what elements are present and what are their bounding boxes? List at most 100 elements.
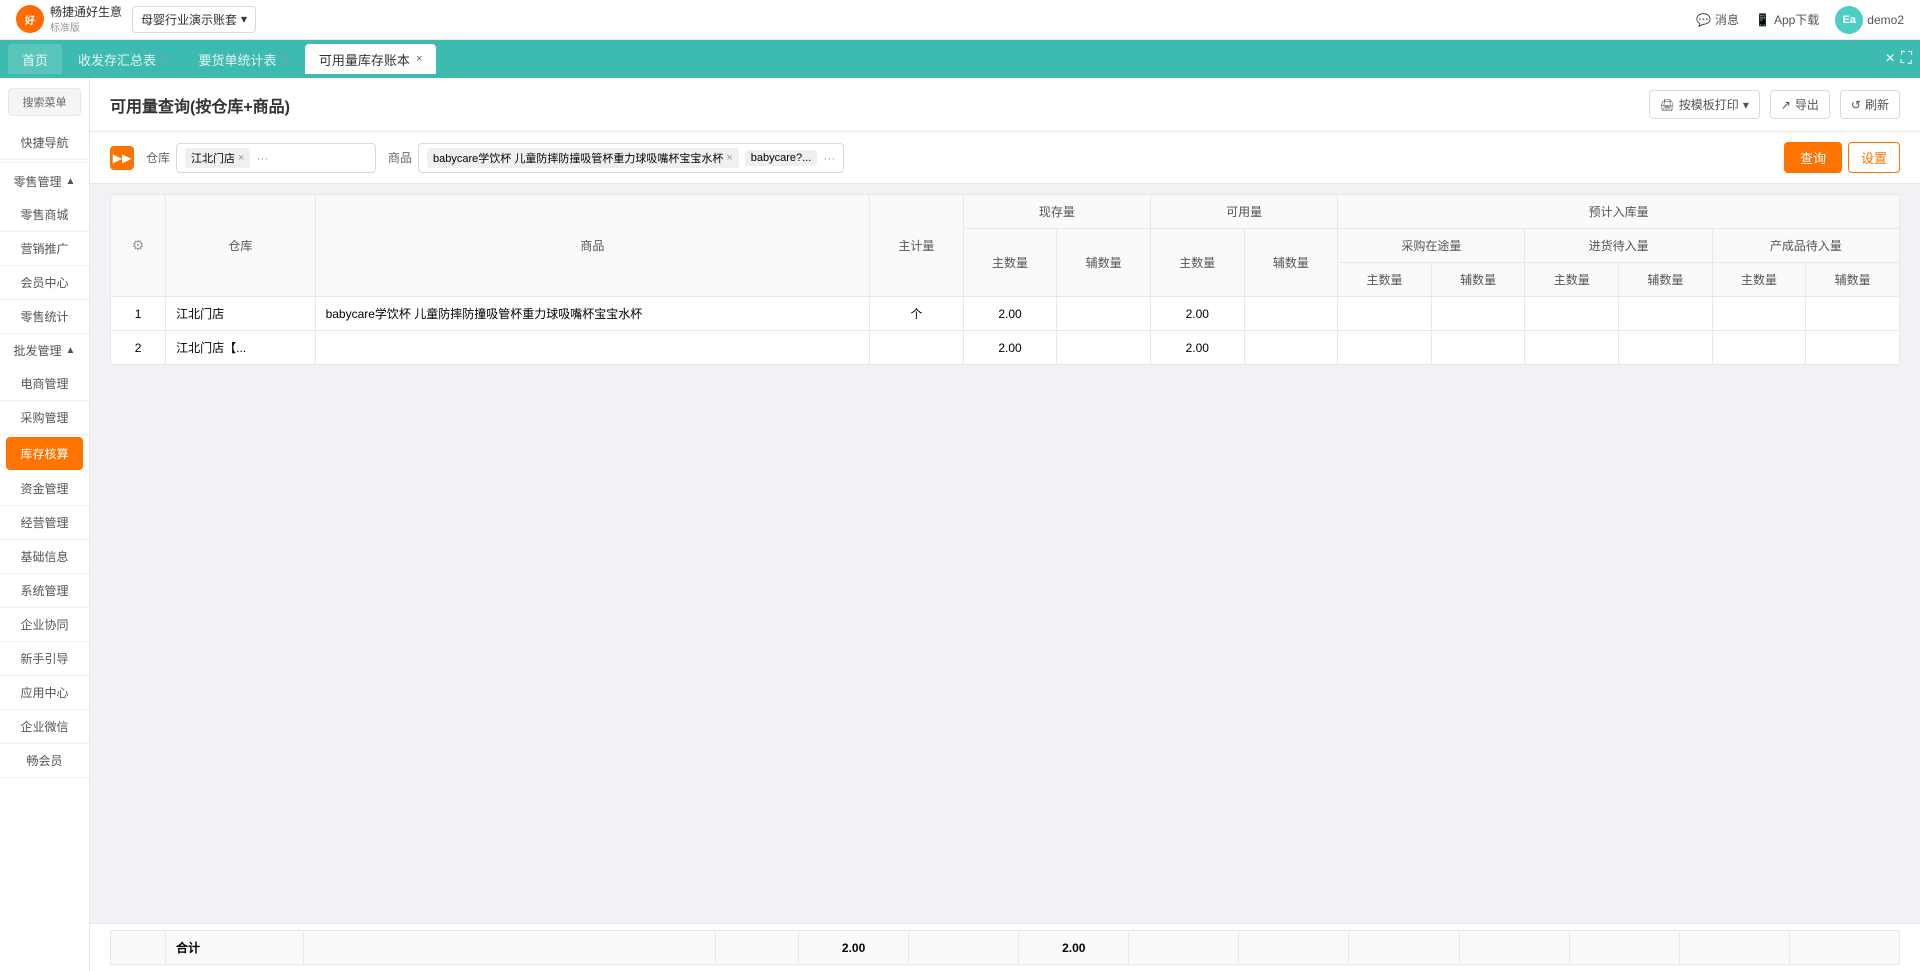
sidebar-item-vip[interactable]: 畅会员 [0,744,89,778]
total-avail-main: 2.00 [1019,931,1129,965]
cell-incoming-main [1525,331,1619,365]
sidebar-item-app-center[interactable]: 应用中心 [0,676,89,710]
sidebar-item-inventory[interactable]: 库存核算 [6,437,83,470]
table-wrapper: ⚙ 仓库 商品 主计量 现存量 可用量 预计入库量 主数量 辅数量 [90,184,1920,923]
main-layout: 搜索菜单 快捷导航 零售管理 ▲ 零售商城 营销推广 会员中心 零售统计 批发管… [0,78,1920,971]
message-btn[interactable]: 💬 消息 [1696,11,1739,28]
expand-btn[interactable]: ⛶ [1901,50,1912,68]
top-bar-right: 💬 消息 📱 App下载 Ea demo2 [1696,6,1904,34]
app-icon: 📱 [1755,13,1770,27]
product-tag-1-remove[interactable]: × [726,152,732,164]
tab-available-label: 可用量库存账本 [319,50,410,69]
cell-purchase-main [1338,297,1432,331]
tab-home[interactable]: 首页 [8,44,62,74]
col-product-incoming-main: 主数量 [1712,263,1806,297]
cell-purchase-sub [1431,331,1525,365]
cell-product-sub [1806,331,1900,365]
gear-icon[interactable]: ⚙ [132,237,145,253]
total-purchase-sub [1349,931,1459,965]
cell-index: 1 [111,297,166,331]
col-header-available: 可用量 [1150,195,1337,229]
logo-area: 好 畅捷通好生意 标准版 [16,5,122,34]
filter-toggle-btn[interactable]: ▶▶ [110,146,134,170]
cell-product-main [1712,297,1806,331]
search-menu-btn[interactable]: 搜索菜单 [8,88,81,116]
total-purchase-main [1239,931,1349,965]
tab-receipts[interactable]: 收发存汇总表 × [64,44,182,74]
industry-selector-label: 母婴行业演示账套 [141,11,237,28]
settings-btn[interactable]: 设置 [1848,142,1900,173]
tab-home-label: 首页 [22,50,48,69]
cell-unit: 个 [870,297,964,331]
bottom-bar: 合计 2.00 2.00 [90,923,1920,971]
cell-product [315,331,870,365]
total-stock-sub [909,931,1019,965]
warehouse-input[interactable]: 江北门店 × ··· [176,143,376,173]
sidebar-item-member-center[interactable]: 会员中心 [0,266,89,300]
sidebar-item-operations[interactable]: 经营管理 [0,506,89,540]
warehouse-tag-remove[interactable]: × [238,152,244,164]
sidebar-item-retail-mgmt[interactable]: 零售管理 ▲ [0,165,89,198]
chevron-icon: ▲ [66,176,76,187]
tab-available-close[interactable]: × [416,53,422,65]
sidebar-item-system[interactable]: 系统管理 [0,574,89,608]
warehouse-more-icon[interactable]: ··· [256,151,268,165]
top-bar-left: 好 畅捷通好生意 标准版 母婴行业演示账套 ▾ [16,5,256,34]
sidebar-label-wholesale: 批发管理 [14,342,62,359]
logo-subtext: 标准版 [50,19,122,34]
cell-product-sub [1806,297,1900,331]
cell-avail-main: 2.00 [1150,297,1244,331]
sidebar-item-purchase[interactable]: 采购管理 [0,401,89,435]
sidebar-item-wholesale[interactable]: 批发管理 ▲ [0,334,89,367]
sidebar-item-marketing[interactable]: 营销推广 [0,232,89,266]
product-input[interactable]: babycare学饮杯 儿童防摔防撞吸管杯重力球吸嘴杯宝宝水杯 × babyca… [418,143,844,173]
sidebar-item-ecommerce[interactable]: 电商管理 [0,367,89,401]
industry-selector[interactable]: 母婴行业演示账套 ▾ [132,6,256,33]
tab-orders[interactable]: 要货单统计表 × [184,44,302,74]
sidebar-item-new-guide[interactable]: 新手引导 [0,642,89,676]
tab-available[interactable]: 可用量库存账本 × [305,44,436,74]
sidebar-item-retail-mall[interactable]: 零售商城 [0,198,89,232]
col-header-product: 商品 [315,195,870,297]
sidebar-item-finance[interactable]: 资金管理 [0,472,89,506]
sidebar-divider-1 [0,162,89,163]
warehouse-filter-group: 仓库 江北门店 × ··· [146,143,376,173]
message-label: 消息 [1715,11,1739,28]
col-incoming-sub: 辅数量 [1619,263,1713,297]
total-stock-main: 2.00 [799,931,909,965]
logo-text-block: 畅捷通好生意 标准版 [50,5,122,34]
tab-orders-close[interactable]: × [282,53,288,65]
close-all-tabs-btn[interactable]: × [1885,50,1894,68]
logo-icon: 好 [16,5,44,33]
user-name: demo2 [1867,13,1904,27]
filter-actions: 查询 设置 [1784,142,1900,173]
app-download-btn[interactable]: 📱 App下载 [1755,11,1819,28]
sidebar-item-enterprise-wechat[interactable]: 企业微信 [0,710,89,744]
arrow-down-icon: ▾ [1743,98,1749,112]
sidebar-label-inventory: 库存核算 [20,445,68,462]
query-btn[interactable]: 查询 [1784,142,1842,173]
col-product-incoming-sub: 辅数量 [1806,263,1900,297]
export-btn[interactable]: ↗ 导出 [1770,90,1830,119]
cell-stock-main: 2.00 [963,297,1057,331]
sidebar-item-retail-stats[interactable]: 零售统计 [0,300,89,334]
user-area[interactable]: Ea demo2 [1835,6,1904,34]
product-more-icon[interactable]: ··· [823,151,835,165]
sidebar-item-quick-nav[interactable]: 快捷导航 [0,126,89,160]
col-stock-main: 主数量 [963,229,1057,297]
cell-stock-sub [1057,297,1151,331]
export-icon: ↗ [1781,98,1791,112]
cell-incoming-main [1525,297,1619,331]
sidebar-item-enterprise[interactable]: 企业协同 [0,608,89,642]
cell-warehouse: 江北门店【... [166,331,315,365]
table-body: 1 江北门店 babycare学饮杯 儿童防摔防撞吸管杯重力球吸嘴杯宝宝水杯 个… [111,297,1900,365]
total-empty-product [303,931,716,965]
avatar: Ea [1835,6,1863,34]
refresh-btn[interactable]: ↺ 刷新 [1840,90,1900,119]
tab-receipts-close[interactable]: × [162,53,168,65]
col-avail-sub: 辅数量 [1244,229,1338,297]
template-print-btn[interactable]: 🖨 按模板打印 ▾ [1649,90,1760,119]
sidebar-item-basic-info[interactable]: 基础信息 [0,540,89,574]
col-header-forecast: 预计入库量 [1338,195,1900,229]
col-purchase-transit: 采购在途量 [1338,229,1525,263]
